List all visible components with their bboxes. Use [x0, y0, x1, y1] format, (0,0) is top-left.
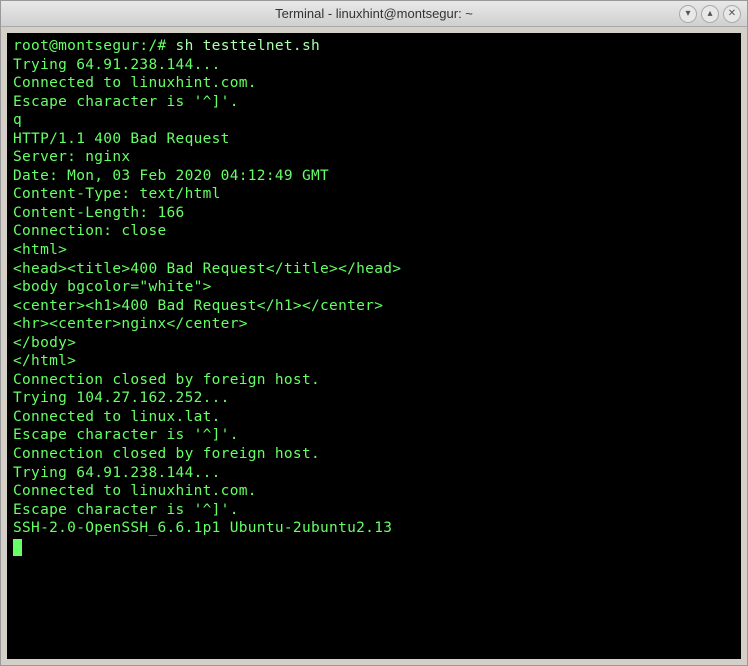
window-controls: ▾ ▴ ✕: [679, 5, 741, 23]
output-line: Escape character is '^]'.: [13, 93, 735, 112]
output-line: Server: nginx: [13, 148, 735, 167]
command: sh testtelnet.sh: [176, 38, 320, 54]
output-line: Trying 104.27.162.252...: [13, 389, 735, 408]
terminal-output[interactable]: root@montsegur:/# sh testtelnet.sh Tryin…: [7, 33, 741, 659]
cursor: [13, 539, 22, 556]
terminal-window: Terminal - linuxhint@montsegur: ~ ▾ ▴ ✕ …: [0, 0, 748, 666]
maximize-button[interactable]: ▴: [701, 5, 719, 23]
titlebar[interactable]: Terminal - linuxhint@montsegur: ~ ▾ ▴ ✕: [1, 1, 747, 27]
output-line: <html>: [13, 241, 735, 260]
output-line: <center><h1>400 Bad Request</h1></center…: [13, 297, 735, 316]
output-line: Date: Mon, 03 Feb 2020 04:12:49 GMT: [13, 167, 735, 186]
prompt: root@montsegur:/#: [13, 38, 176, 54]
output-line: Escape character is '^]'.: [13, 426, 735, 445]
output-line: Connected to linux.lat.: [13, 408, 735, 427]
output-line: Trying 64.91.238.144...: [13, 56, 735, 75]
output-line: Content-Length: 166: [13, 204, 735, 223]
output-line: <body bgcolor="white">: [13, 278, 735, 297]
output-line: </html>: [13, 352, 735, 371]
output-line: Connected to linuxhint.com.: [13, 74, 735, 93]
output-line: q: [13, 111, 735, 130]
minimize-button[interactable]: ▾: [679, 5, 697, 23]
output-line: <head><title>400 Bad Request</title></he…: [13, 260, 735, 279]
prompt-line: root@montsegur:/# sh testtelnet.sh: [13, 37, 735, 56]
output-line: Connection closed by foreign host.: [13, 445, 735, 464]
output-line: Connection closed by foreign host.: [13, 371, 735, 390]
output-line: <hr><center>nginx</center>: [13, 315, 735, 334]
output-line: Content-Type: text/html: [13, 185, 735, 204]
output-line: Escape character is '^]'.: [13, 501, 735, 520]
output-line: Trying 64.91.238.144...: [13, 464, 735, 483]
close-button[interactable]: ✕: [723, 5, 741, 23]
output-line: SSH-2.0-OpenSSH_6.6.1p1 Ubuntu-2ubuntu2.…: [13, 519, 735, 538]
window-title: Terminal - linuxhint@montsegur: ~: [5, 6, 743, 21]
cursor-line: [13, 538, 735, 557]
output-lines: Trying 64.91.238.144...Connected to linu…: [13, 56, 735, 538]
output-line: Connected to linuxhint.com.: [13, 482, 735, 501]
output-line: Connection: close: [13, 222, 735, 241]
output-line: HTTP/1.1 400 Bad Request: [13, 130, 735, 149]
output-line: </body>: [13, 334, 735, 353]
